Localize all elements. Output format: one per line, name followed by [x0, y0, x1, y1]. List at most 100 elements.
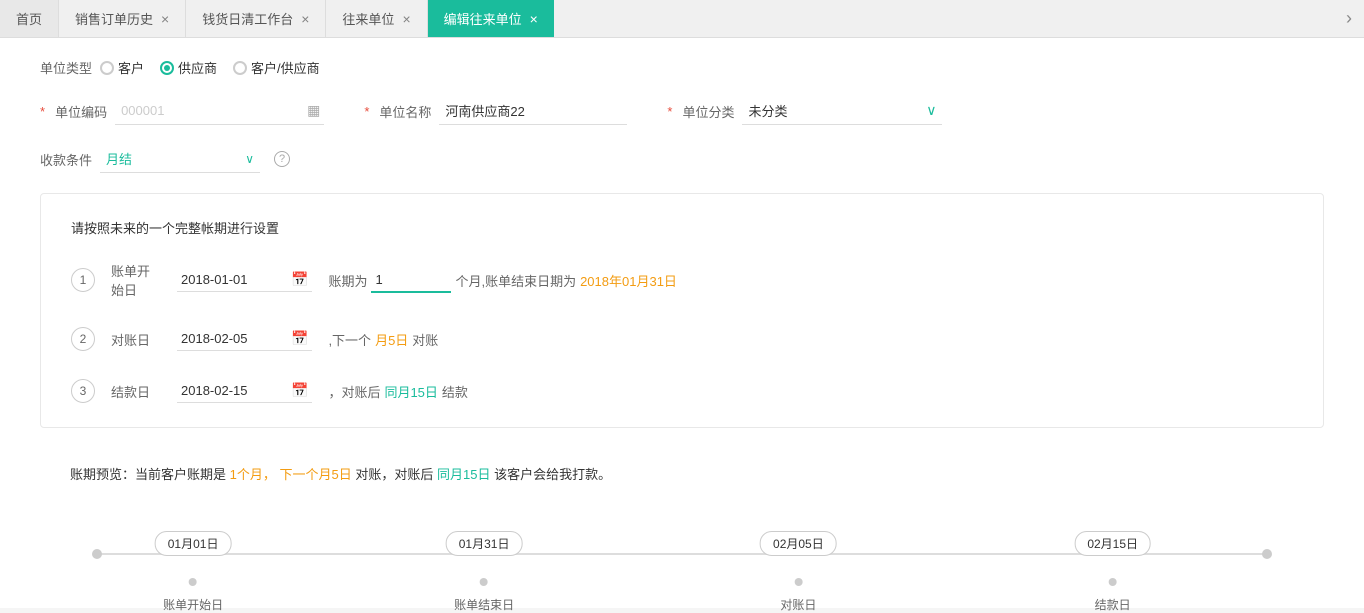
period-row-2-calendar-icon[interactable]: 📅: [287, 330, 312, 347]
unit-code-input[interactable]: [115, 99, 303, 122]
period-row-1-months-unit: 个月,账单结束日期为: [455, 271, 576, 290]
payment-terms-field: 收款条件 月结 ∨ ?: [40, 145, 290, 173]
tab-edit-partner[interactable]: 编辑往来单位 ×: [428, 0, 554, 37]
timeline-wrap: 01月01日 账单开始日 01月31日 账单结束日 02月05日 对账日 02月…: [40, 499, 1324, 573]
summary-prefix: 账期预览：当前客户账期是: [70, 467, 226, 482]
radio-customer-label: 客户: [118, 58, 144, 77]
timeline-label-0: 账单开始日: [163, 596, 223, 613]
period-row-1-date-wrap: 📅: [177, 268, 312, 292]
payment-terms-help-icon[interactable]: ?: [274, 151, 290, 167]
unit-name-star: *: [364, 104, 369, 119]
period-row-3-desc-prefix: ，对账后: [328, 382, 380, 401]
period-row-3-desc-highlight: 同月15日: [384, 382, 437, 401]
period-row-3-label: 结款日: [111, 382, 161, 401]
unit-code-field: * 单位编码 ▦: [40, 97, 324, 125]
unit-name-input-wrap: [439, 97, 627, 125]
timeline-node-0: 01月01日 账单开始日: [155, 553, 232, 603]
tab-sales-history-label: 销售订单历史: [75, 9, 153, 28]
period-row-3-desc-suffix: 结款: [442, 382, 468, 401]
tab-edit-partner-label: 编辑往来单位: [444, 9, 522, 28]
timeline-bubble-0: 01月01日: [155, 531, 232, 556]
timeline-label-3: 结款日: [1095, 596, 1131, 613]
payment-terms-row: 收款条件 月结 ∨ ?: [40, 145, 1324, 173]
radio-customer[interactable]: 客户: [100, 58, 144, 77]
unit-category-field: * 单位分类 未分类 ∨: [667, 97, 942, 125]
period-row-1-calendar-icon[interactable]: 📅: [287, 271, 312, 288]
period-row-3-num: 3: [71, 379, 95, 403]
tab-partner-units[interactable]: 往来单位 ×: [326, 0, 427, 37]
tab-edit-partner-close[interactable]: ×: [530, 12, 538, 26]
period-row-2-desc-prefix: ,下一个: [328, 330, 371, 349]
timeline-container: 01月01日 账单开始日 01月31日 账单结束日 02月05日 对账日 02月…: [100, 553, 1264, 555]
unit-type-field: 单位类型 客户 供应商 客户/供应商: [40, 58, 320, 77]
period-row-3-date-input[interactable]: [177, 379, 287, 402]
summary-suffix: 该客户会给我打款。: [494, 467, 611, 482]
timeline-dot-2: [794, 578, 802, 586]
unit-info-row: * 单位编码 ▦ * 单位名称 * 单位分类 未分类 ∨: [40, 97, 1324, 125]
tab-home[interactable]: 首页: [0, 0, 59, 37]
radio-both[interactable]: 客户/供应商: [233, 58, 320, 77]
timeline-track: 01月01日 账单开始日 01月31日 账单结束日 02月05日 对账日 02月…: [100, 553, 1264, 555]
timeline-label-2: 对账日: [780, 596, 816, 613]
period-row-3-date-wrap: 📅: [177, 379, 312, 403]
unit-category-select[interactable]: 未分类 ∨: [742, 97, 942, 125]
radio-supplier-label: 供应商: [178, 58, 217, 77]
main-content: 单位类型 客户 供应商 客户/供应商 * 单位编码: [0, 38, 1364, 608]
timeline-label-1: 账单结束日: [454, 596, 514, 613]
unit-name-field: * 单位名称: [364, 97, 627, 125]
unit-category-star: *: [667, 104, 672, 119]
tab-sales-history[interactable]: 销售订单历史 ×: [59, 0, 186, 37]
unit-code-star: *: [40, 104, 45, 119]
tab-cash-work-close[interactable]: ×: [301, 12, 309, 26]
payment-terms-arrow-icon: ∨: [245, 152, 254, 166]
tab-home-label: 首页: [16, 9, 42, 28]
period-row-3-calendar-icon[interactable]: 📅: [287, 382, 312, 399]
period-row-2: 2 对账日 📅 ,下一个 月5日 对账: [71, 327, 1293, 351]
timeline-dot-start: [92, 549, 102, 559]
period-box-title: 请按照未来的一个完整帐期进行设置: [71, 218, 1293, 237]
period-row-2-date-input[interactable]: [177, 327, 287, 350]
summary-box: 账期预览：当前客户账期是 1个月， 下一个月5日 对账，对账后 同月15日 该客…: [40, 448, 1324, 499]
summary-p3: 同月15日: [437, 467, 490, 482]
summary-mid: 对账，对账后: [355, 467, 433, 482]
period-row-1-period-for: 账期为: [328, 271, 367, 290]
timeline-bubble-2: 02月05日: [760, 531, 837, 556]
tab-expand-button[interactable]: ›: [1334, 0, 1364, 37]
unit-type-label: 单位类型: [40, 58, 92, 77]
unit-name-label: 单位名称: [379, 102, 431, 121]
timeline-dot-end: [1262, 549, 1272, 559]
period-row-1-label: 账单开始日: [111, 261, 161, 299]
period-row-3: 3 结款日 📅 ，对账后 同月15日 结款: [71, 379, 1293, 403]
unit-name-input[interactable]: [439, 99, 627, 122]
tab-cash-work[interactable]: 钱货日清工作台 ×: [186, 0, 326, 37]
timeline-dot-0: [189, 578, 197, 586]
period-settings-box: 请按照未来的一个完整帐期进行设置 1 账单开始日 📅 账期为 个月,账单结束日期…: [40, 193, 1324, 428]
radio-both-label: 客户/供应商: [251, 58, 320, 77]
timeline-dot-1: [480, 578, 488, 586]
tab-partner-units-close[interactable]: ×: [402, 12, 410, 26]
period-row-1-date-input[interactable]: [177, 268, 287, 291]
tab-bar: 首页 销售订单历史 × 钱货日清工作台 × 往来单位 × 编辑往来单位 × ›: [0, 0, 1364, 38]
radio-customer-circle: [100, 61, 114, 75]
unit-code-input-wrap: ▦: [115, 97, 324, 125]
tab-partner-units-label: 往来单位: [342, 9, 394, 28]
period-row-1-months-input[interactable]: [371, 268, 451, 293]
unit-category-value: 未分类: [748, 101, 918, 120]
unit-category-arrow-icon: ∨: [926, 102, 936, 119]
unit-type-row: 单位类型 客户 供应商 客户/供应商: [40, 58, 1324, 77]
timeline-bubble-3: 02月15日: [1074, 531, 1151, 556]
timeline-node-3: 02月15日 结款日: [1074, 553, 1151, 603]
period-row-1-num: 1: [71, 268, 95, 292]
tab-cash-work-label: 钱货日清工作台: [202, 9, 293, 28]
period-row-1: 1 账单开始日 📅 账期为 个月,账单结束日期为 2018年01月31日: [71, 261, 1293, 299]
tab-sales-history-close[interactable]: ×: [161, 12, 169, 26]
unit-code-icon[interactable]: ▦: [303, 102, 324, 119]
radio-supplier[interactable]: 供应商: [160, 58, 217, 77]
payment-terms-select[interactable]: 月结 ∨: [100, 145, 260, 173]
timeline-node-1: 01月31日 账单结束日: [446, 553, 523, 603]
summary-p1: 1个月，: [230, 467, 276, 482]
summary-p2: 下一个月5日: [280, 467, 352, 482]
timeline-node-2: 02月05日 对账日: [760, 553, 837, 603]
period-row-1-end-date: 2018年01月31日: [580, 271, 677, 290]
timeline-bubble-1: 01月31日: [446, 531, 523, 556]
